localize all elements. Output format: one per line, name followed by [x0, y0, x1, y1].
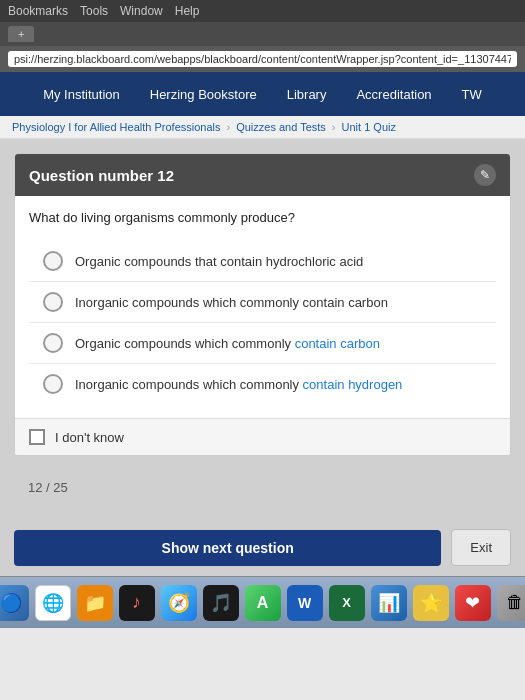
dock-item-blue[interactable]: 📊: [371, 585, 407, 621]
exit-button[interactable]: Exit: [451, 529, 511, 566]
answer-text-d: Inorganic compounds which commonly conta…: [75, 377, 402, 392]
nav-herzing-bookstore[interactable]: Herzing Bookstore: [150, 87, 257, 102]
answer-text-c: Organic compounds which commonly contain…: [75, 336, 380, 351]
dock-item-yellow[interactable]: ⭐: [413, 585, 449, 621]
dock-trash[interactable]: 🗑: [497, 585, 526, 621]
dock-safari[interactable]: 🧭: [161, 585, 197, 621]
dock-item-4[interactable]: ♪: [119, 585, 155, 621]
dont-know-label: I don't know: [55, 430, 124, 445]
radio-b[interactable]: [43, 292, 63, 312]
new-tab[interactable]: +: [8, 26, 34, 42]
menu-bookmarks[interactable]: Bookmarks: [8, 4, 68, 18]
answer-option-c[interactable]: Organic compounds which commonly contain…: [29, 323, 496, 364]
dock-word[interactable]: W: [287, 585, 323, 621]
breadcrumb: Physiology I for Allied Health Professio…: [0, 116, 525, 139]
dock-item-3[interactable]: 📁: [77, 585, 113, 621]
radio-a[interactable]: [43, 251, 63, 271]
question-card: Question number 12 ✎ What do living orga…: [14, 153, 511, 456]
answer-option-d[interactable]: Inorganic compounds which commonly conta…: [29, 364, 496, 404]
dont-know-option[interactable]: I don't know: [15, 418, 510, 455]
answer-text-b: Inorganic compounds which commonly conta…: [75, 295, 388, 310]
answer-option-a[interactable]: Organic compounds that contain hydrochlo…: [29, 241, 496, 282]
dont-know-checkbox[interactable]: [29, 429, 45, 445]
dock-excel[interactable]: X: [329, 585, 365, 621]
edit-icon[interactable]: ✎: [474, 164, 496, 186]
menu-window[interactable]: Window: [120, 4, 163, 18]
progress-text: 12 / 25: [14, 470, 511, 505]
bottom-bar: Show next question Exit: [0, 519, 525, 576]
nav-accreditation[interactable]: Accreditation: [356, 87, 431, 102]
highlight-c: contain carbon: [295, 336, 380, 351]
nav-bar: My Institution Herzing Bookstore Library…: [0, 72, 525, 116]
question-number: Question number 12: [29, 167, 174, 184]
breadcrumb-quizzes[interactable]: Quizzes and Tests: [236, 121, 326, 133]
breadcrumb-unit-quiz[interactable]: Unit 1 Quiz: [342, 121, 396, 133]
nav-tw[interactable]: TW: [462, 87, 482, 102]
dock-finder[interactable]: 🔵: [0, 585, 29, 621]
answer-text-a: Organic compounds that contain hydrochlo…: [75, 254, 363, 269]
url-input[interactable]: [8, 51, 517, 67]
breadcrumb-course[interactable]: Physiology I for Allied Health Professio…: [12, 121, 221, 133]
radio-d[interactable]: [43, 374, 63, 394]
radio-c[interactable]: [43, 333, 63, 353]
dock-item-a[interactable]: A: [245, 585, 281, 621]
plus-icon: +: [18, 28, 24, 40]
menu-tools[interactable]: Tools: [80, 4, 108, 18]
main-content: Question number 12 ✎ What do living orga…: [0, 139, 525, 519]
question-text: What do living organisms commonly produc…: [29, 210, 496, 225]
dock-item-red[interactable]: ❤: [455, 585, 491, 621]
highlight-d: contain hydrogen: [303, 377, 403, 392]
nav-my-institution[interactable]: My Institution: [43, 87, 120, 102]
question-header: Question number 12 ✎: [15, 154, 510, 196]
breadcrumb-sep-1: ›: [227, 121, 231, 133]
menu-help[interactable]: Help: [175, 4, 200, 18]
dock: 🔵 🌐 📁 ♪ 🧭 🎵 A W X 📊 ⭐ ❤ 🗑: [0, 576, 525, 628]
dock-item-2[interactable]: 🌐: [35, 585, 71, 621]
breadcrumb-sep-2: ›: [332, 121, 336, 133]
show-next-button[interactable]: Show next question: [14, 530, 441, 566]
menu-bar: Bookmarks Tools Window Help: [0, 0, 525, 22]
url-bar: [0, 46, 525, 72]
dock-item-6[interactable]: 🎵: [203, 585, 239, 621]
question-body: What do living organisms commonly produc…: [15, 196, 510, 418]
tab-bar: +: [0, 22, 525, 46]
nav-library[interactable]: Library: [287, 87, 327, 102]
answer-option-b[interactable]: Inorganic compounds which commonly conta…: [29, 282, 496, 323]
